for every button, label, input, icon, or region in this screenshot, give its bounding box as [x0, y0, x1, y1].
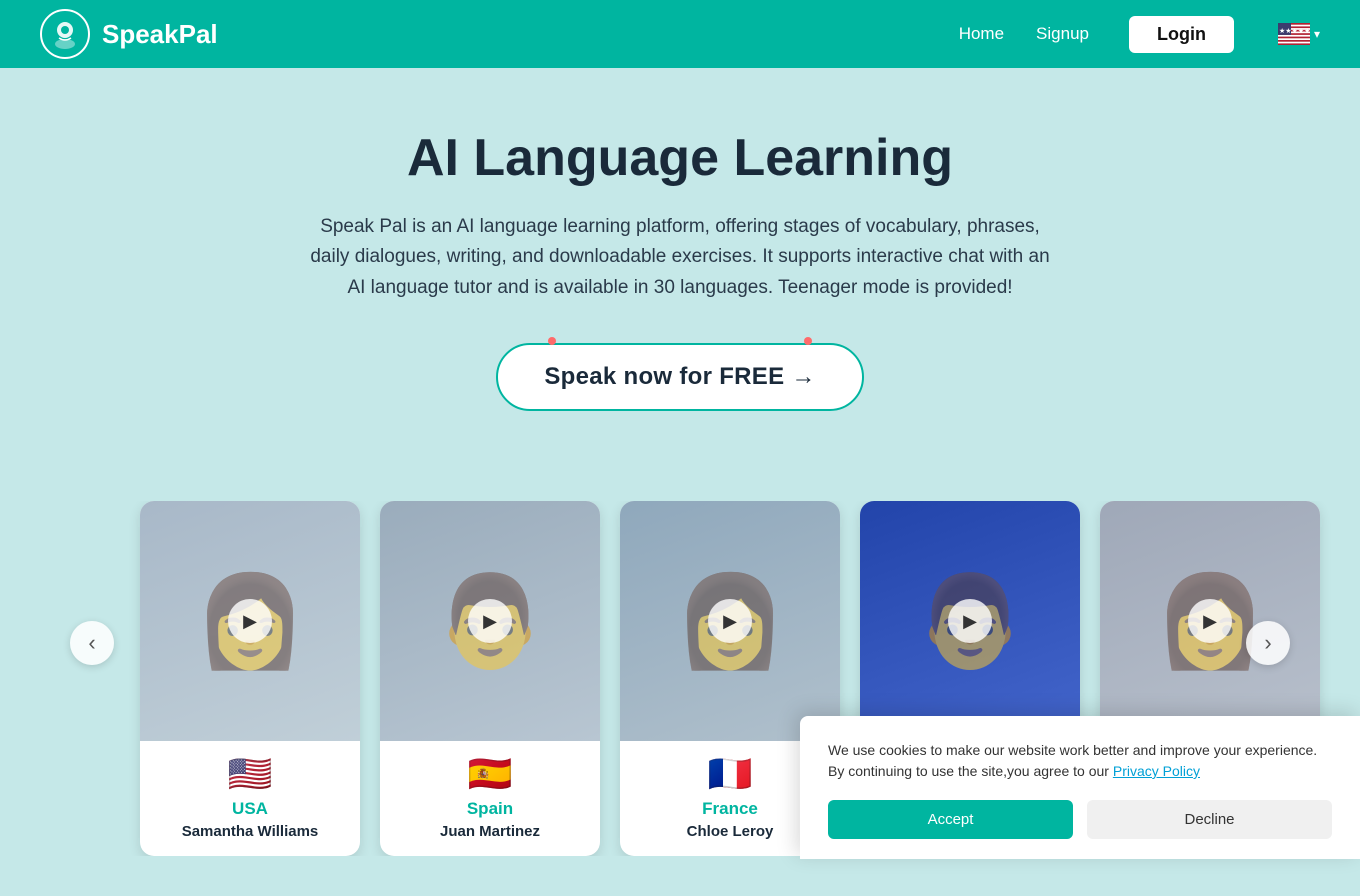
- tutor-img-smith: 👨 ▶: [860, 501, 1080, 741]
- cta-wrapper: Speak now for FREE →: [20, 343, 1340, 411]
- logo-text: SpeakPal: [102, 19, 218, 50]
- cookie-accept-button[interactable]: Accept: [828, 800, 1073, 839]
- tutor-card-juan[interactable]: 👨 ▶ 🇪🇸 Spain Juan Martinez: [380, 501, 600, 856]
- svg-text:★★★★★★★★★★★★★★★★★★★★★★★★★★★★★★: ★★★★★★★★★★★★★★★★★★★★★★★★★★★★★★★★★★★★★★★★…: [1279, 27, 1310, 35]
- cookie-decline-button[interactable]: Decline: [1087, 800, 1332, 839]
- carousel-prev-button[interactable]: ‹: [70, 621, 114, 665]
- nav-signup-link[interactable]: Signup: [1036, 24, 1089, 44]
- tutor-country-juan: Spain: [380, 799, 600, 819]
- hero-title: AI Language Learning: [20, 128, 1340, 188]
- play-button-chloe[interactable]: ▶: [708, 599, 752, 643]
- tutor-img-yuki: 👩 ▶: [1100, 501, 1320, 741]
- tutor-name-samantha: Samantha Williams: [140, 823, 360, 840]
- play-button-smith[interactable]: ▶: [948, 599, 992, 643]
- tutor-img-samantha: 👩 ▶: [140, 501, 360, 741]
- nav-home-link[interactable]: Home: [959, 24, 1004, 44]
- tutor-country-samantha: USA: [140, 799, 360, 819]
- play-button-samantha[interactable]: ▶: [228, 599, 272, 643]
- play-button-yuki[interactable]: ▶: [1188, 599, 1232, 643]
- play-button-juan[interactable]: ▶: [468, 599, 512, 643]
- cookie-text: We use cookies to make our website work …: [828, 740, 1332, 782]
- tutor-flag-samantha: 🇺🇸: [140, 753, 360, 795]
- language-selector[interactable]: ★★★★★★★★★★★★★★★★★★★★★★★★★★★★★★★★★★★★★★★★…: [1278, 23, 1320, 45]
- tutor-name-juan: Juan Martinez: [380, 823, 600, 840]
- tutor-img-chloe: 👩 ▶: [620, 501, 840, 741]
- carousel-next-button[interactable]: ›: [1246, 621, 1290, 665]
- nav-logo: SpeakPal: [40, 9, 959, 59]
- hero-section: AI Language Learning Speak Pal is an AI …: [0, 68, 1360, 501]
- tutor-card-samantha[interactable]: 👩 ▶ 🇺🇸 USA Samantha Williams: [140, 501, 360, 856]
- cookie-banner: We use cookies to make our website work …: [800, 716, 1360, 859]
- logo-icon: [40, 9, 90, 59]
- cookie-buttons: Accept Decline: [828, 800, 1332, 839]
- navbar: SpeakPal Home Signup Login ★★★★★★★★★★★★★…: [0, 0, 1360, 68]
- privacy-policy-link[interactable]: Privacy Policy: [1113, 763, 1200, 779]
- tutor-img-juan: 👨 ▶: [380, 501, 600, 741]
- cta-button[interactable]: Speak now for FREE →: [496, 343, 863, 411]
- tutor-flag-juan: 🇪🇸: [380, 753, 600, 795]
- flag-chevron: ▾: [1314, 27, 1320, 41]
- nav-links: Home Signup Login ★★★★★★★★★★★★★★★★★★★★★★…: [959, 16, 1320, 53]
- hero-description: Speak Pal is an AI language learning pla…: [300, 212, 1060, 303]
- login-button[interactable]: Login: [1129, 16, 1234, 53]
